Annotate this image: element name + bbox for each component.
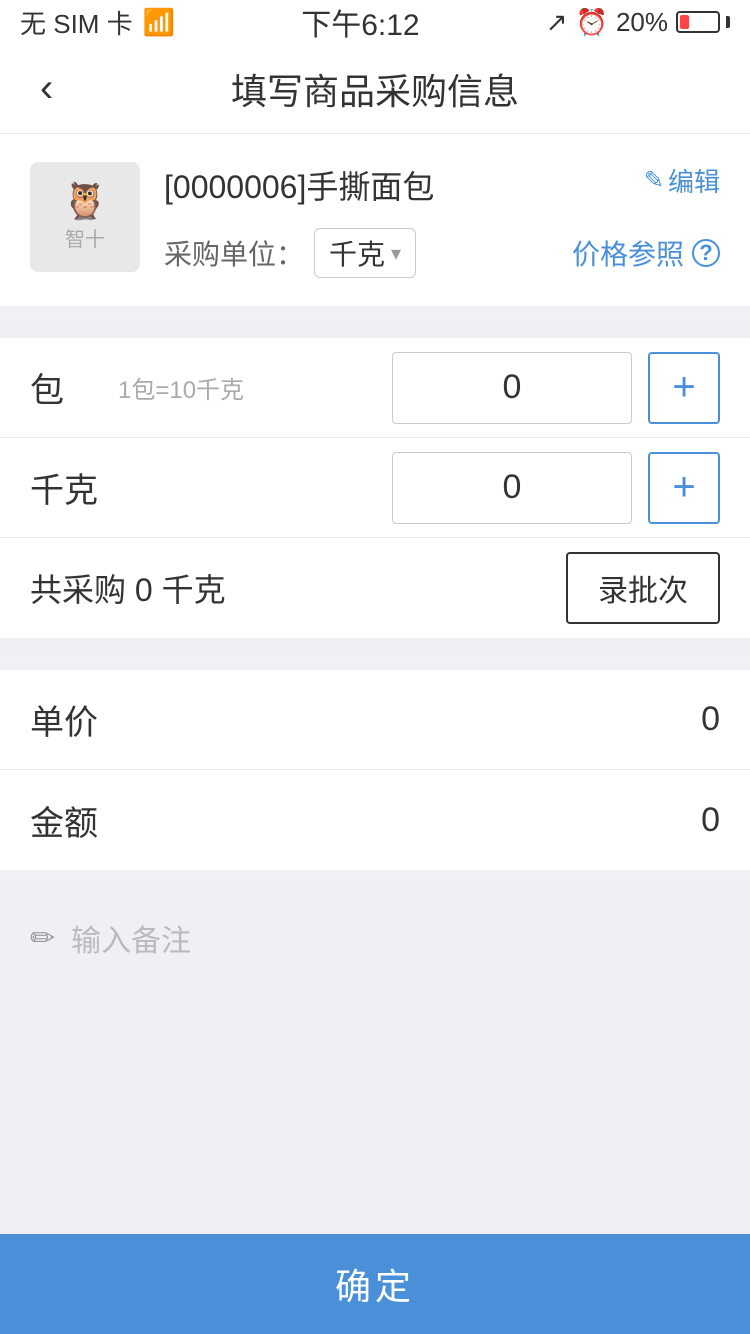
info-section: 单价 0 金额 0 [0,670,750,870]
alarm-icon: ⏰ [576,7,608,38]
wifi-icon: 📶 [143,7,175,38]
battery-label: 20% [616,7,668,38]
confirm-button[interactable]: 确定 [0,1234,750,1334]
status-time: 下午6:12 [301,0,419,44]
unit-price-label: 单价 [30,695,98,744]
remark-section[interactable]: ✏ 输入备注 [0,886,750,990]
pencil-icon: ✏ [30,921,55,956]
nav-bar: ‹ 填写商品采购信息 [0,44,750,134]
batch-button[interactable]: 录批次 [566,552,720,624]
amount-value: 0 [701,801,720,840]
page-title: 填写商品采购信息 [231,63,519,115]
status-right: ↗ ⏰ 20% [546,7,730,38]
product-thumbnail: 🦉 智十 [30,162,140,272]
edit-label: 编辑 [668,162,720,199]
location-icon: ↗ [546,7,568,38]
unit-value: 千克 [329,233,385,273]
help-icon: ? [692,239,720,267]
form-section: 包 1包=10千克 + 千克 + 共采购 0 千克 录批次 [0,338,750,638]
no-sim-label: 无 SIM 卡 [20,4,133,41]
battery-indicator [676,11,730,33]
kg-row: 千克 + [0,438,750,538]
bag-sub-label: 1包=10千克 [118,370,244,405]
product-card: 🦉 智十 [0000006]手撕面包 ✎ 编辑 采购单位： 千克 ▾ 价格参照 … [0,134,750,306]
total-label: 共采购 0 千克 [30,565,226,611]
owl-label: 智十 [65,223,105,252]
bag-plus-button[interactable]: + [648,352,720,424]
divider-1 [0,322,750,338]
edit-button[interactable]: ✎ 编辑 [644,162,720,199]
remark-placeholder: 输入备注 [71,916,191,960]
unit-arrow-icon: ▾ [391,241,401,266]
unit-price-row: 单价 0 [0,670,750,770]
status-bar: 无 SIM 卡 📶 下午6:12 ↗ ⏰ 20% [0,0,750,44]
price-ref-label: 价格参照 [572,233,684,273]
bag-row: 包 1包=10千克 + [0,338,750,438]
total-row: 共采购 0 千克 录批次 [0,538,750,638]
divider-2 [0,638,750,654]
amount-row: 金额 0 [0,770,750,870]
status-left: 无 SIM 卡 📶 [20,4,175,41]
product-name: [0000006]手撕面包 [164,162,434,208]
price-ref-button[interactable]: 价格参照 ? [572,233,720,273]
kg-label: 千克 [30,463,110,512]
owl-icon: 🦉 [63,183,108,219]
unit-label: 采购单位： [164,233,304,273]
edit-icon: ✎ [644,166,664,195]
amount-label: 金额 [30,796,98,845]
kg-plus-button[interactable]: + [648,452,720,524]
bag-input[interactable] [392,352,632,424]
unit-select[interactable]: 千克 ▾ [314,228,416,278]
unit-price-value: 0 [701,700,720,739]
product-info: [0000006]手撕面包 ✎ 编辑 采购单位： 千克 ▾ 价格参照 ? [164,162,720,278]
bag-label: 包 [30,363,110,412]
kg-input[interactable] [392,452,632,524]
back-button[interactable]: ‹ [30,56,63,121]
